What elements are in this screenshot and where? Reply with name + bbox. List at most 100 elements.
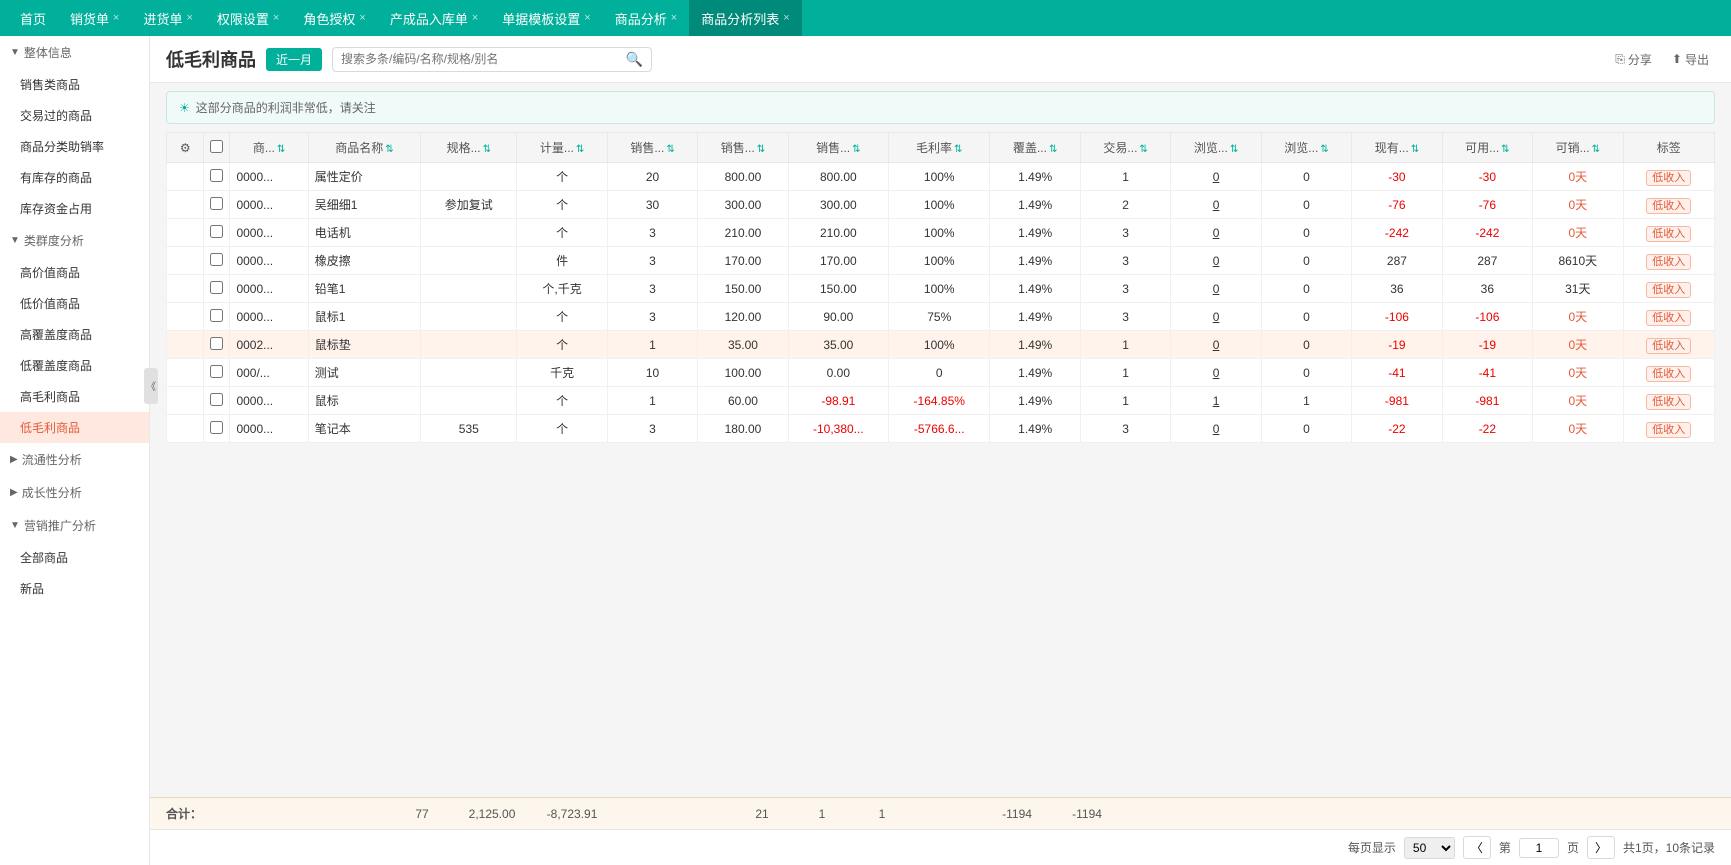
row-name[interactable]: 橡皮擦	[308, 247, 421, 275]
close-product-analysis-icon[interactable]: ×	[671, 12, 677, 24]
nav-role-auth[interactable]: 角色授权 ×	[291, 0, 377, 36]
row-name[interactable]: 鼠标垫	[308, 331, 421, 359]
row-checkbox[interactable]	[204, 387, 230, 415]
row-browse1[interactable]: 0	[1171, 275, 1261, 303]
row-name[interactable]: 吴细细1	[308, 191, 421, 219]
sidebar-group-growth[interactable]: ▶ 成长性分析	[0, 476, 149, 509]
main-content: 低毛利商品 近一月 🔍 ⎘ 分享 ⬆ 导出 ☀ 这部分商品的利润非常低，请关注	[150, 36, 1731, 865]
row-settings	[167, 387, 204, 415]
search-input[interactable]	[341, 52, 622, 66]
export-button[interactable]: ⬆ 导出	[1666, 48, 1715, 71]
nav-purchase-order[interactable]: 进货单 ×	[131, 0, 204, 36]
group-arrow-flow: ▶	[10, 454, 18, 465]
row-name[interactable]: 笔记本	[308, 415, 421, 443]
sidebar-group-marketing[interactable]: ▼ 营销推广分析	[0, 509, 149, 542]
nav-template-setting[interactable]: 单据模板设置 ×	[490, 0, 602, 36]
row-current-qty: -30	[1352, 163, 1442, 191]
row-browse2: 0	[1261, 331, 1351, 359]
page-number-input[interactable]	[1519, 838, 1559, 858]
header-actions: ⎘ 分享 ⬆ 导出	[1609, 48, 1715, 71]
col-name: 商品名称⇅	[308, 133, 421, 163]
row-checkbox[interactable]	[204, 191, 230, 219]
nav-sales-order[interactable]: 销货单 ×	[58, 0, 131, 36]
close-role-auth-icon[interactable]: ×	[359, 12, 365, 24]
row-checkbox[interactable]	[204, 359, 230, 387]
sidebar-group-flow[interactable]: ▶ 流通性分析	[0, 443, 149, 476]
select-all-checkbox[interactable]	[210, 140, 223, 153]
col-current-qty: 现有...⇅	[1352, 133, 1442, 163]
sidebar-group-overall[interactable]: ▼ 整体信息	[0, 36, 149, 69]
sidebar-item-high-value[interactable]: 高价值商品	[0, 257, 149, 288]
col-settings[interactable]: ⚙	[167, 133, 204, 163]
row-browse1[interactable]: 0	[1171, 359, 1261, 387]
row-coverage: 1.49%	[990, 303, 1080, 331]
close-purchase-order-icon[interactable]: ×	[186, 12, 192, 24]
close-product-analysis-list-icon[interactable]: ×	[783, 12, 789, 24]
sidebar-item-all-goods[interactable]: 全部商品	[0, 542, 149, 573]
row-checkbox[interactable]	[204, 415, 230, 443]
row-checkbox[interactable]	[204, 247, 230, 275]
page-size-select[interactable]: 50 100 200	[1404, 837, 1455, 859]
row-name[interactable]: 电话机	[308, 219, 421, 247]
sidebar-item-high-margin[interactable]: 高毛利商品	[0, 381, 149, 412]
row-checkbox[interactable]	[204, 331, 230, 359]
col-checkbox[interactable]	[204, 133, 230, 163]
sidebar-item-stock-goods[interactable]: 有库存的商品	[0, 162, 149, 193]
sidebar-item-high-coverage[interactable]: 高覆盖度商品	[0, 319, 149, 350]
row-browse1[interactable]: 0	[1171, 303, 1261, 331]
row-browse1[interactable]: 0	[1171, 191, 1261, 219]
nav-product-inbound[interactable]: 产成品入库单 ×	[378, 0, 490, 36]
row-browse1[interactable]: 0	[1171, 219, 1261, 247]
time-filter-button[interactable]: 近一月	[266, 48, 322, 71]
row-browse1[interactable]: 0	[1171, 247, 1261, 275]
col-sales-price: 销售...⇅	[698, 133, 788, 163]
next-page-button[interactable]: 〉	[1587, 836, 1615, 859]
sidebar-item-stock-funds[interactable]: 库存资金占用	[0, 193, 149, 224]
row-checkbox[interactable]	[204, 163, 230, 191]
row-settings	[167, 359, 204, 387]
row-browse1[interactable]: 0	[1171, 415, 1261, 443]
sidebar-item-traded-goods[interactable]: 交易过的商品	[0, 100, 149, 131]
sidebar-collapse-button[interactable]: 《	[144, 368, 158, 404]
row-sales-qty: 10	[607, 359, 697, 387]
close-template-setting-icon[interactable]: ×	[584, 12, 590, 24]
search-icon[interactable]: 🔍	[626, 51, 643, 68]
row-sales-qty: 30	[607, 191, 697, 219]
nav-product-analysis[interactable]: 商品分析 ×	[603, 0, 689, 36]
row-checkbox[interactable]	[204, 275, 230, 303]
row-name[interactable]: 属性定价	[308, 163, 421, 191]
sidebar-item-low-value[interactable]: 低价值商品	[0, 288, 149, 319]
close-permission-setting-icon[interactable]: ×	[273, 12, 279, 24]
row-checkbox[interactable]	[204, 303, 230, 331]
row-browse1[interactable]: 0	[1171, 163, 1261, 191]
row-name[interactable]: 鼠标	[308, 387, 421, 415]
col-sales-qty: 销售...⇅	[607, 133, 697, 163]
row-browse1[interactable]: 1	[1171, 387, 1261, 415]
close-sales-order-icon[interactable]: ×	[113, 12, 119, 24]
nav-home[interactable]: 首页	[8, 0, 58, 36]
row-coverage: 1.49%	[990, 415, 1080, 443]
sidebar-item-sales-goods[interactable]: 销售类商品	[0, 69, 149, 100]
share-button[interactable]: ⎘ 分享	[1609, 48, 1658, 71]
row-browse2: 1	[1261, 387, 1351, 415]
table-row: 0000... 鼠标 个 1 60.00 -98.91 -164.85% 1.4…	[167, 387, 1715, 415]
sidebar-item-new-goods[interactable]: 新品	[0, 573, 149, 604]
sidebar-item-low-margin[interactable]: 低毛利商品	[0, 412, 149, 443]
close-product-inbound-icon[interactable]: ×	[472, 12, 478, 24]
row-sales-amount: 300.00	[788, 191, 888, 219]
sidebar-group-cluster[interactable]: ▼ 类群度分析	[0, 224, 149, 257]
row-name[interactable]: 铅笔1	[308, 275, 421, 303]
row-available-qty: 36	[1442, 275, 1532, 303]
prev-page-button[interactable]: 〈	[1463, 836, 1491, 859]
nav-product-analysis-list[interactable]: 商品分析列表 ×	[689, 0, 801, 36]
sidebar-item-category-rate[interactable]: 商品分类助销率	[0, 131, 149, 162]
row-name[interactable]: 测试	[308, 359, 421, 387]
sidebar-item-low-coverage[interactable]: 低覆盖度商品	[0, 350, 149, 381]
row-checkbox[interactable]	[204, 219, 230, 247]
row-name[interactable]: 鼠标1	[308, 303, 421, 331]
nav-permission-setting[interactable]: 权限设置 ×	[205, 0, 291, 36]
row-sales-price: 170.00	[698, 247, 788, 275]
row-spec	[421, 247, 517, 275]
row-browse2: 0	[1261, 275, 1351, 303]
row-browse1[interactable]: 0	[1171, 331, 1261, 359]
